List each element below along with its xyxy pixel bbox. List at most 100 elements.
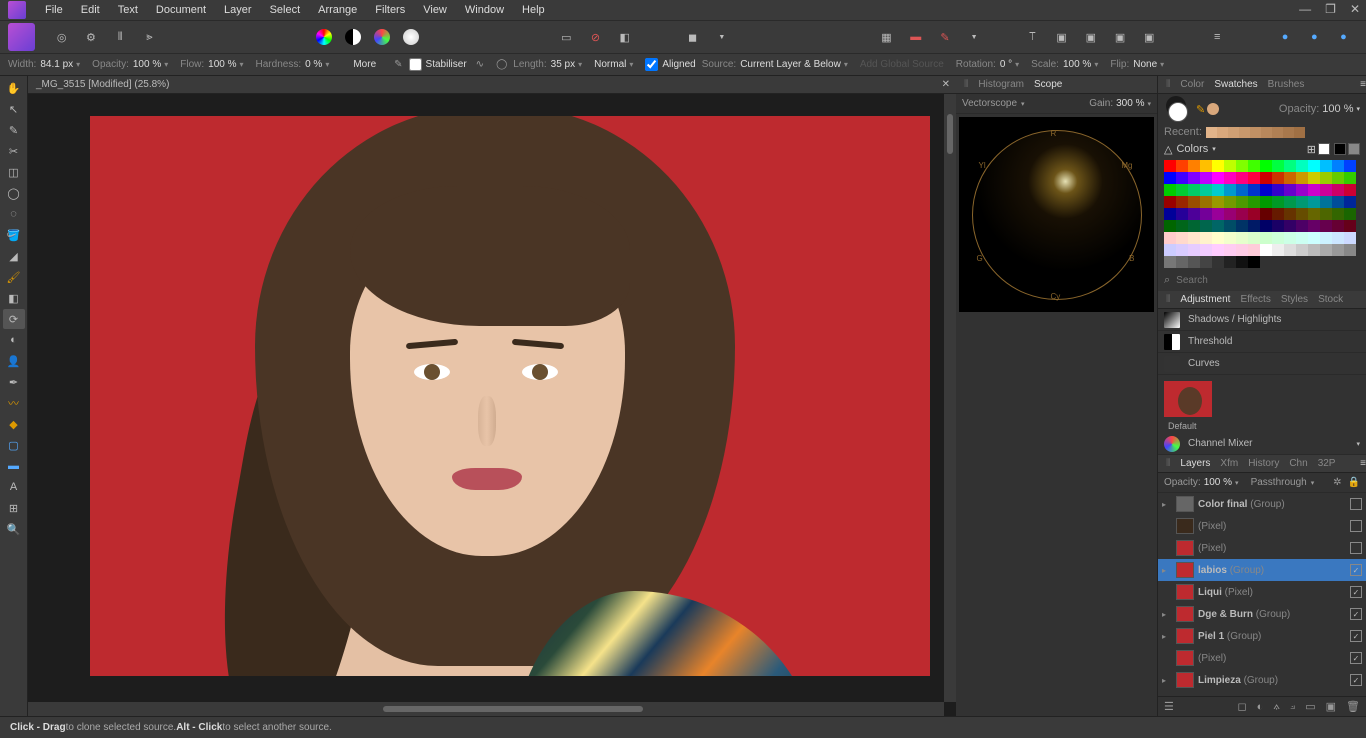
palette-swatch[interactable] xyxy=(1332,184,1344,196)
palette-swatch[interactable] xyxy=(1212,172,1224,184)
background-color[interactable] xyxy=(1168,102,1188,122)
menu-file[interactable]: File xyxy=(36,0,72,20)
palette-swatch[interactable] xyxy=(1284,172,1296,184)
palette-swatch[interactable] xyxy=(1320,196,1332,208)
inpaint-tool[interactable]: 👤 xyxy=(3,351,25,371)
layer-visibility-checkbox[interactable]: ✓ xyxy=(1350,608,1362,620)
palette-swatch[interactable] xyxy=(1260,172,1272,184)
text-tool[interactable]: A xyxy=(3,477,25,497)
flood-fill-tool[interactable]: 🪣 xyxy=(3,225,25,245)
layer-row[interactable]: (Pixel) xyxy=(1158,537,1366,559)
zoom-tool[interactable]: 🔍 xyxy=(3,519,25,539)
palette-swatch[interactable] xyxy=(1212,160,1224,172)
palette-swatch[interactable] xyxy=(1308,232,1320,244)
palette-swatch[interactable] xyxy=(1284,196,1296,208)
tab-color[interactable]: Color xyxy=(1180,79,1204,90)
palette-swatch[interactable] xyxy=(1308,196,1320,208)
white-chip[interactable] xyxy=(1318,143,1330,155)
palette-swatch[interactable] xyxy=(1236,208,1248,220)
color-picker-tool[interactable]: ✎ xyxy=(3,120,25,140)
menu-document[interactable]: Document xyxy=(147,0,215,20)
layer-row[interactable]: (Pixel) xyxy=(1158,515,1366,537)
color-opacity-value[interactable]: 100 % xyxy=(1322,103,1353,115)
close-tab-icon[interactable]: ✕ xyxy=(942,79,950,90)
length-dd-icon[interactable]: ▾ xyxy=(578,60,582,69)
adj-shadows[interactable]: Shadows / Highlights xyxy=(1158,309,1366,331)
palette-swatch[interactable] xyxy=(1332,244,1344,256)
palette-swatch[interactable] xyxy=(1248,172,1260,184)
palette-swatch[interactable] xyxy=(1164,256,1176,268)
palette-swatch[interactable] xyxy=(1224,232,1236,244)
color-opacity-dd-icon[interactable]: ▾ xyxy=(1356,105,1360,113)
flow-value[interactable]: 100 % xyxy=(208,59,236,70)
palette-swatch[interactable] xyxy=(1248,196,1260,208)
palette-swatch[interactable] xyxy=(1260,208,1272,220)
palette-swatch[interactable] xyxy=(1344,232,1356,244)
palette-swatch[interactable] xyxy=(1212,232,1224,244)
palette-swatch[interactable] xyxy=(1272,184,1284,196)
adj-threshold[interactable]: Threshold xyxy=(1158,331,1366,353)
fx-icon[interactable]: ⟑ xyxy=(1273,700,1280,713)
palette-swatch[interactable] xyxy=(1164,208,1176,220)
lasso-tool[interactable]: ◌ xyxy=(3,204,25,224)
palette-swatch[interactable] xyxy=(1212,208,1224,220)
tab-brushes[interactable]: Brushes xyxy=(1268,79,1305,90)
gradient-tool-icon[interactable] xyxy=(312,25,335,49)
palette-swatch[interactable] xyxy=(1320,208,1332,220)
globe2-icon[interactable]: ● xyxy=(1303,25,1326,49)
palette-swatch[interactable] xyxy=(1188,196,1200,208)
more-button[interactable]: More xyxy=(353,59,376,70)
palette-swatch[interactable] xyxy=(1344,220,1356,232)
menu-view[interactable]: View xyxy=(414,0,456,20)
palette-swatch[interactable] xyxy=(1260,196,1272,208)
menu-filters[interactable]: Filters xyxy=(366,0,414,20)
palette-swatch[interactable] xyxy=(1248,232,1260,244)
erase-tool[interactable]: ◧ xyxy=(3,288,25,308)
palette-swatch[interactable] xyxy=(1260,232,1272,244)
flag-icon[interactable]: ▬ xyxy=(904,25,927,49)
opacity-dd-icon[interactable]: ▾ xyxy=(164,60,168,69)
selection-rect-icon[interactable]: ▭ xyxy=(555,25,578,49)
gain-dd-icon[interactable]: ▾ xyxy=(1147,100,1151,108)
palette-swatch[interactable] xyxy=(1212,244,1224,256)
palette-swatch[interactable] xyxy=(1248,220,1260,232)
palette-swatch[interactable] xyxy=(1332,232,1344,244)
globe1-icon[interactable]: ● xyxy=(1273,25,1296,49)
layer-visibility-checkbox[interactable] xyxy=(1350,520,1362,532)
palette-swatch[interactable] xyxy=(1308,208,1320,220)
scale-value[interactable]: 100 % xyxy=(1063,59,1091,70)
layer-visibility-checkbox[interactable]: ✓ xyxy=(1350,652,1362,664)
palette-swatch[interactable] xyxy=(1188,160,1200,172)
palette-swatch[interactable] xyxy=(1320,220,1332,232)
palette-swatch[interactable] xyxy=(1224,196,1236,208)
layer-visibility-checkbox[interactable]: ✓ xyxy=(1350,564,1362,576)
quick-mask-icon[interactable]: ◧ xyxy=(613,25,636,49)
palette-swatch[interactable] xyxy=(1236,160,1248,172)
palette-swatch[interactable] xyxy=(1320,232,1332,244)
palette-swatch[interactable] xyxy=(1200,232,1212,244)
source-dd-icon[interactable]: ▾ xyxy=(844,60,848,69)
palette-swatch[interactable] xyxy=(1200,160,1212,172)
adjust-layer-icon[interactable]: ◐ xyxy=(1257,701,1264,713)
palette-dd-icon[interactable]: ▾ xyxy=(1212,145,1216,153)
palette-swatch[interactable] xyxy=(1176,172,1188,184)
rotation-value[interactable]: 0 ° xyxy=(1000,59,1012,70)
palette-swatch[interactable] xyxy=(1224,244,1236,256)
menu-window[interactable]: Window xyxy=(456,0,513,20)
gain-value[interactable]: 300 % xyxy=(1116,98,1144,109)
palette-swatch[interactable] xyxy=(1260,220,1272,232)
layers-menu-icon[interactable]: ≡ xyxy=(1360,458,1366,469)
palette-swatch[interactable] xyxy=(1332,208,1344,220)
palette-swatch[interactable] xyxy=(1296,184,1308,196)
tab-32p[interactable]: 32P xyxy=(1318,458,1336,469)
palette-swatch[interactable] xyxy=(1164,244,1176,256)
palette-swatch[interactable] xyxy=(1200,172,1212,184)
tab-layers[interactable]: Layers xyxy=(1180,458,1210,469)
width-dd-icon[interactable]: ▾ xyxy=(76,60,80,69)
source-value[interactable]: Current Layer & Below xyxy=(740,59,841,70)
palette-swatch[interactable] xyxy=(1236,244,1248,256)
palette-swatch[interactable] xyxy=(1224,256,1236,268)
palette-swatch[interactable] xyxy=(1164,196,1176,208)
palette-swatch[interactable] xyxy=(1296,172,1308,184)
recent-swatch[interactable] xyxy=(1217,127,1228,138)
